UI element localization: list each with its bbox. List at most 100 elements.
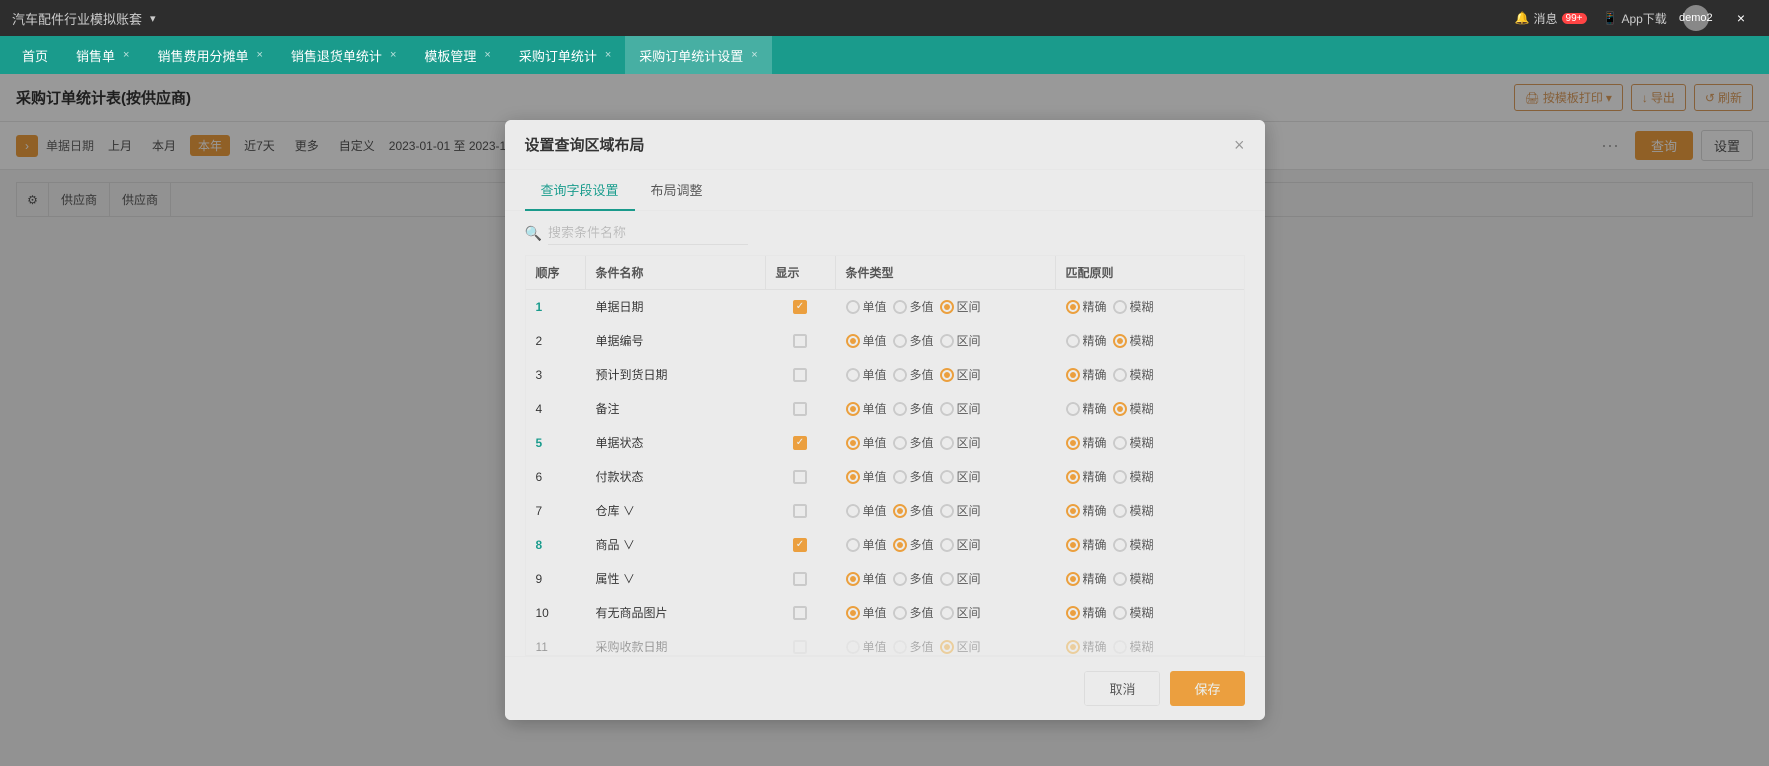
radio-multi-8[interactable]: 多值 [893, 536, 934, 553]
nav-tab-close-1[interactable]: × [123, 49, 129, 61]
radio-single-6[interactable]: 单值 [846, 468, 887, 485]
dialog-close-btn[interactable]: × [1234, 136, 1245, 154]
radio-range-3[interactable]: 区间 [940, 366, 981, 383]
radio-fuzzy-10[interactable]: 模糊 [1113, 604, 1154, 621]
radio-exact-5[interactable]: 精确 [1066, 434, 1107, 451]
radio-multi-9[interactable]: 多值 [893, 570, 934, 587]
app-download-btn[interactable]: 📱 App下载 [1603, 10, 1667, 27]
radio-fuzzy-11[interactable]: 模糊 [1113, 638, 1154, 655]
radio-single-11[interactable]: 单值 [846, 638, 887, 655]
cell-display-7[interactable] [766, 494, 836, 527]
radio-multi-5[interactable]: 多值 [893, 434, 934, 451]
checkbox-6[interactable] [793, 470, 807, 484]
radio-exact-10[interactable]: 精确 [1066, 604, 1107, 621]
tab-query-fields[interactable]: 查询字段设置 [525, 170, 635, 211]
checkbox-2[interactable] [793, 334, 807, 348]
radio-exact-1[interactable]: 精确 [1066, 298, 1107, 315]
user-menu[interactable]: demo2 [1683, 5, 1709, 31]
cell-display-5[interactable] [766, 426, 836, 459]
radio-exact-11[interactable]: 精确 [1066, 638, 1107, 655]
radio-range-5[interactable]: 区间 [940, 434, 981, 451]
radio-exact-8[interactable]: 精确 [1066, 536, 1107, 553]
radio-single-10[interactable]: 单值 [846, 604, 887, 621]
checkbox-10[interactable] [793, 606, 807, 620]
radio-single-2[interactable]: 单值 [846, 332, 887, 349]
radio-range-9[interactable]: 区间 [940, 570, 981, 587]
cell-display-3[interactable] [766, 358, 836, 391]
radio-range-1[interactable]: 区间 [940, 298, 981, 315]
radio-range-2[interactable]: 区间 [940, 332, 981, 349]
cell-display-8[interactable] [766, 528, 836, 561]
nav-tab-close-2[interactable]: × [256, 49, 262, 61]
radio-single-3[interactable]: 单值 [846, 366, 887, 383]
checkbox-1[interactable] [793, 300, 807, 314]
checkbox-7[interactable] [793, 504, 807, 518]
topbar-close-btn[interactable]: × [1725, 10, 1757, 26]
checkbox-5[interactable] [793, 436, 807, 450]
cell-display-2[interactable] [766, 324, 836, 357]
checkbox-8[interactable] [793, 538, 807, 552]
checkbox-11[interactable] [793, 640, 807, 654]
nav-tab-active[interactable]: 采购订单统计设置 × [625, 36, 771, 74]
nav-tab-close-3[interactable]: × [390, 49, 396, 61]
radio-single-1[interactable]: 单值 [846, 298, 887, 315]
tab-layout-adjust[interactable]: 布局调整 [635, 170, 719, 211]
radio-fuzzy-5[interactable]: 模糊 [1113, 434, 1154, 451]
radio-single-7[interactable]: 单值 [846, 502, 887, 519]
radio-exact-4[interactable]: 精确 [1066, 400, 1107, 417]
nav-tab-close-4[interactable]: × [484, 49, 490, 61]
nav-home[interactable]: 首页 [8, 36, 62, 74]
radio-exact-9[interactable]: 精确 [1066, 570, 1107, 587]
radio-fuzzy-8[interactable]: 模糊 [1113, 536, 1154, 553]
radio-range-6[interactable]: 区间 [940, 468, 981, 485]
radio-multi-7[interactable]: 多值 [893, 502, 934, 519]
radio-single-4[interactable]: 单值 [846, 400, 887, 417]
radio-exact-3[interactable]: 精确 [1066, 366, 1107, 383]
nav-tab-close-active[interactable]: × [751, 49, 757, 61]
cell-display-4[interactable] [766, 392, 836, 425]
radio-range-4[interactable]: 区间 [940, 400, 981, 417]
radio-multi-3[interactable]: 多值 [893, 366, 934, 383]
nav-tab-2[interactable]: 销售费用分摊单 × [143, 36, 276, 74]
checkbox-4[interactable] [793, 402, 807, 416]
nav-tab-close-5[interactable]: × [605, 49, 611, 61]
radio-multi-11[interactable]: 多值 [893, 638, 934, 655]
search-input[interactable] [548, 221, 748, 245]
cell-display-11[interactable] [766, 630, 836, 656]
nav-tab-1[interactable]: 销售单 × [62, 36, 143, 74]
radio-single-8[interactable]: 单值 [846, 536, 887, 553]
radio-range-7[interactable]: 区间 [940, 502, 981, 519]
radio-multi-10[interactable]: 多值 [893, 604, 934, 621]
radio-fuzzy-7[interactable]: 模糊 [1113, 502, 1154, 519]
radio-range-10[interactable]: 区间 [940, 604, 981, 621]
radio-fuzzy-9[interactable]: 模糊 [1113, 570, 1154, 587]
radio-fuzzy-3[interactable]: 模糊 [1113, 366, 1154, 383]
radio-fuzzy-2[interactable]: 模糊 [1113, 332, 1154, 349]
checkbox-3[interactable] [793, 368, 807, 382]
cell-display-10[interactable] [766, 596, 836, 629]
radio-exact-2[interactable]: 精确 [1066, 332, 1107, 349]
checkbox-9[interactable] [793, 572, 807, 586]
radio-single-5[interactable]: 单值 [846, 434, 887, 451]
radio-range-11[interactable]: 区间 [940, 638, 981, 655]
radio-fuzzy-4[interactable]: 模糊 [1113, 400, 1154, 417]
radio-exact-6[interactable]: 精确 [1066, 468, 1107, 485]
radio-range-8[interactable]: 区间 [940, 536, 981, 553]
cell-display-9[interactable] [766, 562, 836, 595]
dropdown-arrow-icon[interactable]: ▾ [150, 12, 156, 25]
radio-exact-7[interactable]: 精确 [1066, 502, 1107, 519]
radio-multi-4[interactable]: 多值 [893, 400, 934, 417]
radio-fuzzy-1[interactable]: 模糊 [1113, 298, 1154, 315]
nav-tab-3[interactable]: 销售退货单统计 × [277, 36, 410, 74]
nav-tab-4[interactable]: 模板管理 × [410, 36, 504, 74]
cancel-btn[interactable]: 取消 [1084, 671, 1160, 706]
save-btn[interactable]: 保存 [1170, 671, 1244, 706]
radio-multi-1[interactable]: 多值 [893, 298, 934, 315]
radio-fuzzy-6[interactable]: 模糊 [1113, 468, 1154, 485]
nav-tab-5[interactable]: 采购订单统计 × [505, 36, 625, 74]
radio-multi-6[interactable]: 多值 [893, 468, 934, 485]
cell-display-1[interactable] [766, 290, 836, 323]
cell-display-6[interactable] [766, 460, 836, 493]
radio-multi-2[interactable]: 多值 [893, 332, 934, 349]
radio-single-9[interactable]: 单值 [846, 570, 887, 587]
